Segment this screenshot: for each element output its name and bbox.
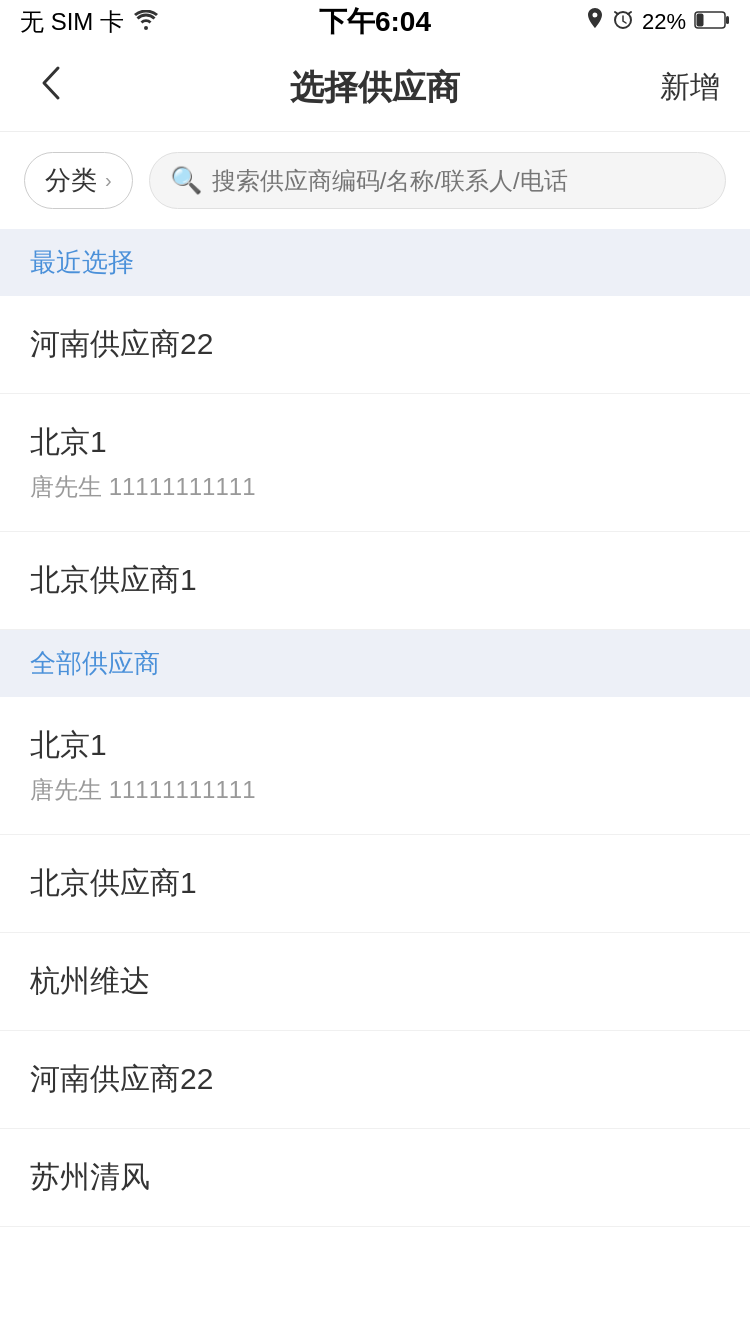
list-item[interactable]: 北京1 唐先生 11111111111 <box>0 697 750 835</box>
item-name: 河南供应商22 <box>30 324 720 365</box>
item-sub: 唐先生 11111111111 <box>30 774 720 806</box>
svg-rect-2 <box>726 16 729 24</box>
battery-icon <box>694 9 730 35</box>
recent-list: 河南供应商22 北京1 唐先生 11111111111 北京供应商1 <box>0 296 750 630</box>
all-section-header: 全部供应商 <box>0 630 750 697</box>
list-item[interactable]: 河南供应商22 <box>0 296 750 394</box>
list-item[interactable]: 北京供应商1 <box>0 835 750 933</box>
carrier-text: 无 SIM 卡 <box>20 6 124 38</box>
nav-bar: 选择供应商 新增 <box>0 44 750 132</box>
status-right: 22% <box>586 8 730 36</box>
list-item[interactable]: 杭州维达 <box>0 933 750 1031</box>
list-item[interactable]: 北京供应商1 <box>0 532 750 630</box>
item-name: 杭州维达 <box>30 961 720 1002</box>
list-item[interactable]: 北京1 唐先生 11111111111 <box>0 394 750 532</box>
list-item[interactable]: 苏州清风 <box>0 1129 750 1227</box>
category-label: 分类 <box>45 163 97 198</box>
filter-bar: 分类 › 🔍 <box>0 132 750 229</box>
search-input[interactable] <box>212 167 705 195</box>
status-left: 无 SIM 卡 <box>20 6 160 38</box>
item-name: 北京1 <box>30 725 720 766</box>
battery-text: 22% <box>642 9 686 35</box>
status-time: 下午6:04 <box>319 3 431 41</box>
location-icon <box>586 8 604 36</box>
item-name: 北京1 <box>30 422 720 463</box>
item-name: 北京供应商1 <box>30 863 720 904</box>
item-name: 河南供应商22 <box>30 1059 720 1100</box>
search-icon: 🔍 <box>170 165 202 196</box>
chevron-right-icon: › <box>105 169 112 192</box>
back-button[interactable] <box>30 54 72 121</box>
all-list: 北京1 唐先生 11111111111 北京供应商1 杭州维达河南供应商22 苏州清风 <box>0 697 750 1227</box>
add-button[interactable]: 新增 <box>660 67 720 108</box>
status-bar: 无 SIM 卡 下午6:04 22% <box>0 0 750 44</box>
alarm-icon <box>612 8 634 36</box>
wifi-icon <box>132 8 160 36</box>
page-title: 选择供应商 <box>290 65 460 111</box>
category-button[interactable]: 分类 › <box>24 152 133 209</box>
search-bar: 🔍 <box>149 152 726 209</box>
item-sub: 唐先生 11111111111 <box>30 471 720 503</box>
list-item[interactable]: 河南供应商22 <box>0 1031 750 1129</box>
item-name: 北京供应商1 <box>30 560 720 601</box>
svg-rect-3 <box>697 14 704 27</box>
recent-section-header: 最近选择 <box>0 229 750 296</box>
item-name: 苏州清风 <box>30 1157 720 1198</box>
